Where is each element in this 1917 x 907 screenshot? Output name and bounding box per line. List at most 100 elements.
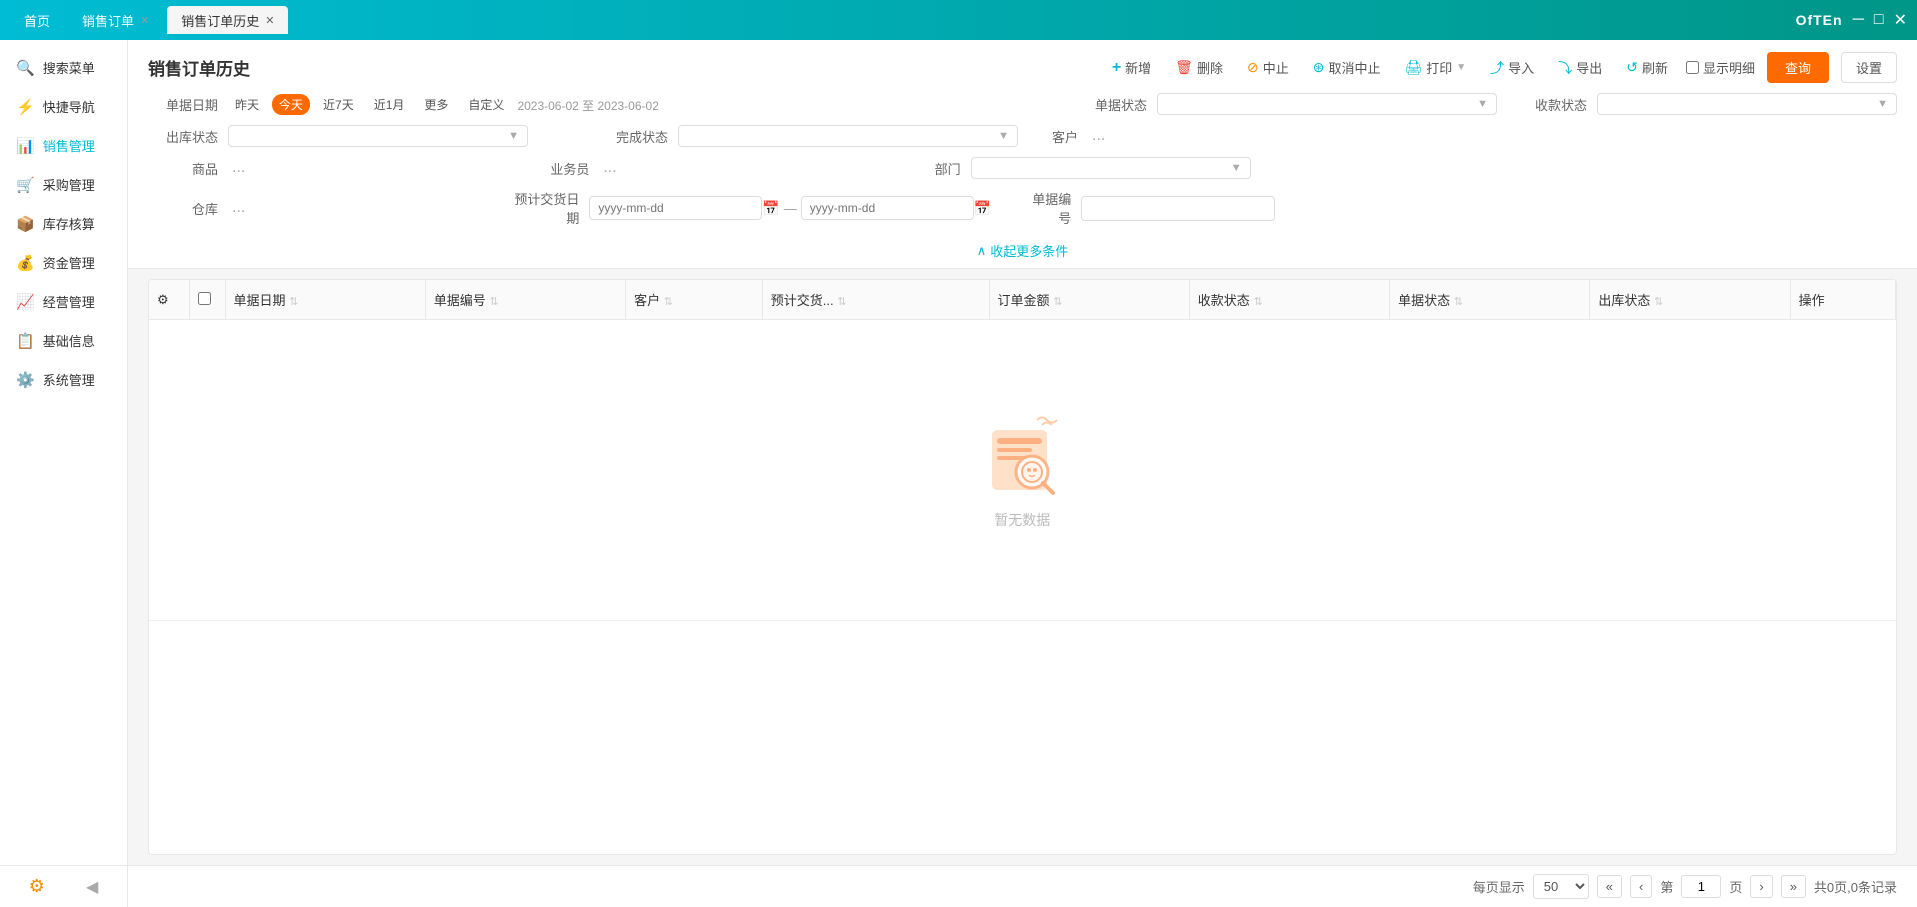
outbound-status-select[interactable]: ▼ [228,125,528,147]
date-more[interactable]: 更多 [417,94,455,115]
th-expected-delivery[interactable]: 预计交货... ⇅ [762,280,989,320]
query-button[interactable]: 查询 [1767,52,1829,83]
sidebar-item-sales-mgmt[interactable]: 📊 销售管理 [0,126,127,165]
th-order-amount[interactable]: 订单金额 ⇅ [989,280,1189,320]
page-total: 共0页,0条记录 [1814,877,1897,896]
filter-row-4: 仓库 ... 预计交货日期 📅 — 📅 单据编号 [148,189,1897,227]
page-title-row: 销售订单历史 + 新增 🗑 删除 ⊘ 中止 ⊛ [148,52,1897,83]
th-check[interactable] [189,280,225,320]
add-icon: + [1112,59,1121,77]
warehouse-dots[interactable]: ... [228,199,249,217]
department-arrow: ▼ [1231,162,1242,174]
th-bill-number-label: 单据编号 [434,293,486,308]
collection-status-select[interactable]: ▼ [1597,93,1897,115]
stop-icon: ⊘ [1247,59,1259,76]
tab-sales-order-close[interactable]: ✕ [140,14,149,27]
date-separator: — [780,201,801,216]
cal-icon-from[interactable]: 📅 [762,200,779,217]
sidebar-item-search-menu[interactable]: 🔍 搜索菜单 [0,48,127,87]
date-yesterday[interactable]: 昨天 [228,94,266,115]
sidebar-item-basic-info-label: 基础信息 [43,331,95,350]
date-today[interactable]: 今天 [272,94,310,115]
bill-number-label: 单据编号 [1021,189,1081,227]
export-button[interactable]: ⤵ 导出 [1552,54,1608,82]
tab-sales-order[interactable]: 销售订单 ✕ [68,6,163,34]
setting-button[interactable]: 设置 [1841,52,1897,83]
window-maximize-btn[interactable]: □ [1874,11,1884,29]
select-all-checkbox[interactable] [198,292,211,305]
sidebar-item-inventory-calc[interactable]: 📦 库存核算 [0,204,127,243]
sort-icon-bill-status: ⇅ [1454,296,1463,308]
date-1month[interactable]: 近1月 [367,94,412,115]
bill-status-select[interactable]: ▼ [1157,93,1497,115]
top-bar: 首页 销售订单 ✕ 销售订单历史 ✕ OfTEn ─ □ ✕ [0,0,1917,40]
main-layout: 🔍 搜索菜单 ⚡ 快捷导航 📊 销售管理 🛒 采购管理 📦 库存核算 💰 资金管… [0,40,1917,907]
sidebar-collapse-icon[interactable]: ◀ [86,877,98,897]
per-page-select[interactable]: 50 10 20 100 [1533,874,1589,899]
salesperson-dots[interactable]: ... [599,159,620,177]
bill-number-input[interactable] [1081,196,1275,221]
purchase-mgmt-icon: 🛒 [16,176,35,194]
export-icon: ⤵ [1558,58,1572,78]
window-minimize-btn[interactable]: ─ [1853,11,1864,29]
display-toggle[interactable]: 显示明细 [1686,58,1755,77]
th-customer-label: 客户 [634,293,660,308]
th-collection-status[interactable]: 收款状态 ⇅ [1189,280,1389,320]
delivery-date-from[interactable] [589,196,762,220]
completion-status-arrow: ▼ [998,130,1009,142]
tab-home[interactable]: 首页 [10,6,64,34]
brand-text: OfTEn [1796,12,1843,28]
salesperson-label: 业务员 [549,159,599,178]
refresh-button[interactable]: ↺ 刷新 [1620,54,1674,81]
cancel-stop-label: 取消中止 [1328,58,1380,77]
product-label: 商品 [148,159,228,178]
add-button[interactable]: + 新增 [1106,54,1157,81]
next-page-btn[interactable]: › [1750,875,1772,898]
print-button[interactable]: 🖨 打印 ▼ [1398,54,1472,81]
sidebar-item-sys-mgmt[interactable]: ⚙️ 系统管理 [0,360,127,399]
display-toggle-checkbox[interactable] [1686,61,1699,74]
delete-button[interactable]: 🗑 删除 [1169,54,1229,81]
date-7days[interactable]: 近7天 [316,94,361,115]
filter-area: 单据日期 昨天 今天 近7天 近1月 更多 自定义 2023-06-02 至 2… [148,93,1897,268]
export-label: 导出 [1576,58,1602,77]
th-bill-date[interactable]: 单据日期 ⇅ [225,280,425,320]
date-range-text: 2023-06-02 至 2023-06-02 [517,97,658,114]
collapse-bar[interactable]: ∧ 收起更多条件 [148,237,1897,268]
th-outbound-status[interactable]: 出库状态 ⇅ [1590,280,1790,320]
per-page-label: 每页显示 [1473,877,1525,896]
sidebar-item-operations-mgmt[interactable]: 📈 经营管理 [0,282,127,321]
tab-sales-order-history[interactable]: 销售订单历史 ✕ [167,6,288,34]
th-bill-number[interactable]: 单据编号 ⇅ [425,280,625,320]
sidebar-settings-icon[interactable]: ⚙ [29,876,45,897]
empty-illustration [967,410,1077,510]
cal-icon-to[interactable]: 📅 [974,200,991,217]
empty-state: 暂无数据 [157,330,1888,610]
stop-button[interactable]: ⊘ 中止 [1241,54,1295,81]
th-customer[interactable]: 客户 ⇅ [626,280,763,320]
page-number-input[interactable] [1681,875,1721,898]
customer-dots[interactable]: ... [1088,127,1109,145]
tab-sales-order-history-close[interactable]: ✕ [265,14,274,27]
sidebar-item-fund-mgmt[interactable]: 💰 资金管理 [0,243,127,282]
prev-page-btn[interactable]: ‹ [1630,875,1652,898]
th-bill-status[interactable]: 单据状态 ⇅ [1390,280,1590,320]
sidebar-item-basic-info[interactable]: 📋 基础信息 [0,321,127,360]
th-gear[interactable]: ⚙ [149,280,189,320]
table-section: ⚙ 单据日期 ⇅ 单据编号 ⇅ [128,269,1917,865]
th-order-amount-label: 订单金额 [998,293,1050,308]
import-button[interactable]: ⤴ 导入 [1484,54,1540,82]
data-table: ⚙ 单据日期 ⇅ 单据编号 ⇅ [149,280,1896,621]
th-collection-status-label: 收款状态 [1198,293,1250,308]
delivery-date-to[interactable] [801,196,974,220]
product-dots[interactable]: ... [228,159,249,177]
last-page-btn[interactable]: » [1781,875,1806,898]
date-custom[interactable]: 自定义 [461,94,511,115]
department-select[interactable]: ▼ [971,157,1251,179]
window-close-btn[interactable]: ✕ [1894,10,1907,30]
completion-status-select[interactable]: ▼ [678,125,1018,147]
first-page-btn[interactable]: « [1597,875,1622,898]
sidebar-item-quick-nav[interactable]: ⚡ 快捷导航 [0,87,127,126]
cancel-stop-button[interactable]: ⊛ 取消中止 [1307,54,1387,81]
sidebar-item-purchase-mgmt[interactable]: 🛒 采购管理 [0,165,127,204]
